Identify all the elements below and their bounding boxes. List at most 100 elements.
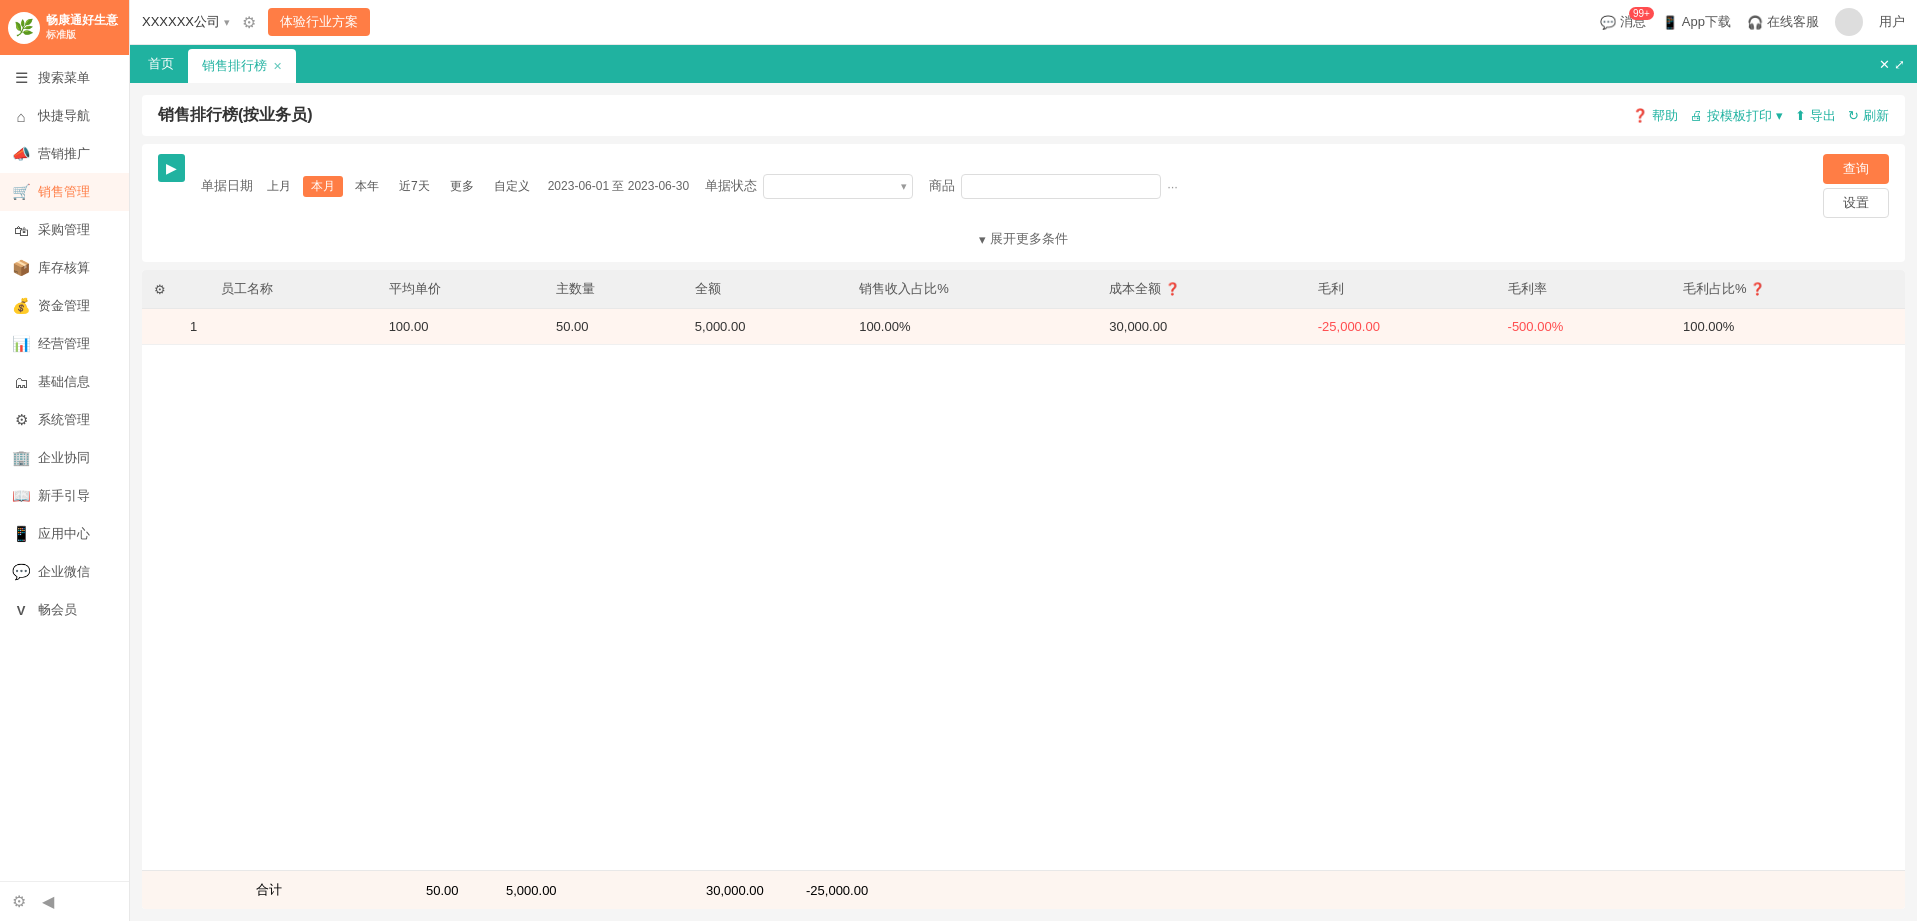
date-btn-more[interactable]: 更多 xyxy=(442,176,482,197)
sidebar-item-label: 销售管理 xyxy=(38,183,90,201)
sidebar-item-marketing[interactable]: 📣 营销推广 xyxy=(0,135,129,173)
trial-btn[interactable]: 体验行业方案 xyxy=(268,8,370,36)
set-btn[interactable]: 设置 xyxy=(1823,188,1889,218)
sidebar-item-label: 企业微信 xyxy=(38,563,90,581)
refresh-icon: ↻ xyxy=(1848,108,1859,123)
goods-input[interactable] xyxy=(961,174,1161,199)
date-btn-7days[interactable]: 近7天 xyxy=(391,176,438,197)
logo-icon: 🌿 xyxy=(8,12,40,44)
sidebar-item-label: 经营管理 xyxy=(38,335,90,353)
date-range: 2023-06-01 至 2023-06-30 xyxy=(548,178,689,195)
expand-conditions-btn[interactable]: ▾ 展开更多条件 xyxy=(967,226,1080,252)
avatar[interactable] xyxy=(1835,8,1863,36)
row-gross: -25,000.00 xyxy=(1306,309,1496,345)
query-btn[interactable]: 查询 xyxy=(1823,154,1889,184)
col-rank xyxy=(178,270,209,309)
guide-icon: 📖 xyxy=(12,487,30,505)
tab-sales-ranking[interactable]: 销售排行榜 ✕ xyxy=(188,49,296,83)
sidebar-item-label: 系统管理 xyxy=(38,411,90,429)
online-service-btn[interactable]: 🎧 在线客服 xyxy=(1747,13,1819,31)
col-gross-pct: 毛利占比% ❓ xyxy=(1671,270,1905,309)
sidebar-item-label: 库存核算 xyxy=(38,259,90,277)
tab-expand-icon[interactable]: ⤢ xyxy=(1894,57,1905,72)
total-gross: -25,000.00 xyxy=(794,883,894,898)
page-header: 销售排行榜(按业务员) ❓ 帮助 🖨 按模板打印 ▾ ⬆ 导出 ↻ 刷新 xyxy=(142,95,1905,136)
sidebar-item-quick-nav[interactable]: ⌂ 快捷导航 xyxy=(0,97,129,135)
print-btn[interactable]: 🖨 按模板打印 ▾ xyxy=(1690,107,1783,125)
tab-minimize-icon[interactable]: ✕ xyxy=(1879,57,1890,72)
sidebar-item-guide[interactable]: 📖 新手引导 xyxy=(0,477,129,515)
gross-pct-help-icon[interactable]: ❓ xyxy=(1750,282,1765,296)
date-label: 单据日期 xyxy=(201,177,253,195)
date-btn-prev-month[interactable]: 上月 xyxy=(259,176,299,197)
logo-title: 畅康通好生意 xyxy=(46,13,118,29)
gross-pct-label: 毛利占比% xyxy=(1683,281,1747,296)
col-amount: 全额 xyxy=(683,270,847,309)
row-gross-pct: 100.00% xyxy=(1671,309,1905,345)
print-icon: 🖨 xyxy=(1690,108,1703,123)
date-btn-custom[interactable]: 自定义 xyxy=(486,176,538,197)
app-download-label: App下载 xyxy=(1682,13,1731,31)
sidebar-item-member[interactable]: V 畅会员 xyxy=(0,591,129,629)
sidebar-item-inventory[interactable]: 📦 库存核算 xyxy=(0,249,129,287)
export-btn[interactable]: ⬆ 导出 xyxy=(1795,107,1836,125)
footer-collapse-icon[interactable]: ◀ xyxy=(42,892,54,911)
sidebar-item-collab[interactable]: 🏢 企业协同 xyxy=(0,439,129,477)
row-rank: 1 xyxy=(178,309,209,345)
col-avg-price: 平均单价 xyxy=(377,270,544,309)
finance-icon: 💰 xyxy=(12,297,30,315)
message-btn[interactable]: 💬 消息 99+ xyxy=(1600,13,1646,31)
status-select[interactable] xyxy=(763,174,913,199)
topbar-settings-icon[interactable]: ⚙ xyxy=(242,13,256,32)
more-dots[interactable]: ··· xyxy=(1167,179,1178,194)
filter-expand-arrow[interactable]: ▶ xyxy=(158,154,185,182)
sidebar-item-system[interactable]: ⚙ 系统管理 xyxy=(0,401,129,439)
page-actions: ❓ 帮助 🖨 按模板打印 ▾ ⬆ 导出 ↻ 刷新 xyxy=(1632,107,1889,125)
sidebar-item-label: 资金管理 xyxy=(38,297,90,315)
sidebar-item-search-order[interactable]: ☰ 搜索菜单 xyxy=(0,59,129,97)
help-label: 帮助 xyxy=(1652,107,1678,125)
main-area: XXXXXX公司 ▾ ⚙ 体验行业方案 💬 消息 99+ 📱 App下载 🎧 在… xyxy=(130,0,1917,921)
sidebar-item-finance[interactable]: 💰 资金管理 xyxy=(0,287,129,325)
date-btn-this-year[interactable]: 本年 xyxy=(347,176,387,197)
footer-settings-icon[interactable]: ⚙ xyxy=(12,892,26,911)
sidebar: 🌿 畅康通好生意 标准版 ☰ 搜索菜单 ⌂ 快捷导航 📣 营销推广 🛒 销售管理… xyxy=(0,0,130,921)
date-btn-this-month[interactable]: 本月 xyxy=(303,176,343,197)
sidebar-item-sales[interactable]: 🛒 销售管理 xyxy=(0,173,129,211)
query-panel: 查询 设置 xyxy=(1823,154,1889,218)
date-filter: 单据日期 上月 本月 本年 近7天 更多 自定义 2023-06-01 至 20… xyxy=(201,176,689,197)
cost-label: 成本全额 xyxy=(1109,281,1161,296)
company-selector[interactable]: XXXXXX公司 ▾ xyxy=(142,13,230,31)
cost-help-icon[interactable]: ❓ xyxy=(1165,282,1180,296)
headset-icon: 🎧 xyxy=(1747,15,1763,30)
total-amount: 5,000.00 xyxy=(494,883,594,898)
expand-row: ▾ 展开更多条件 xyxy=(158,226,1889,252)
sidebar-item-label: 营销推广 xyxy=(38,145,90,163)
app-download-btn[interactable]: 📱 App下载 xyxy=(1662,13,1731,31)
sidebar-item-operations[interactable]: 📊 经营管理 xyxy=(0,325,129,363)
sidebar-item-label: 企业协同 xyxy=(38,449,90,467)
sidebar-item-purchase[interactable]: 🛍 采购管理 xyxy=(0,211,129,249)
total-row: 合计 50.00 5,000.00 30,000.00 -25,000.00 xyxy=(142,870,1905,909)
col-settings[interactable]: ⚙ xyxy=(142,270,178,309)
data-table: ⚙ 员工名称 平均单价 主数量 全额 销售收入占比% 成本全额 ❓ 毛利 毛利率 xyxy=(142,270,1905,345)
tab-close-icon[interactable]: ✕ xyxy=(273,60,282,73)
sidebar-item-label: 快捷导航 xyxy=(38,107,90,125)
refresh-btn[interactable]: ↻ 刷新 xyxy=(1848,107,1889,125)
row-qty: 50.00 xyxy=(544,309,683,345)
sidebar-item-label: 新手引导 xyxy=(38,487,90,505)
sidebar-item-app-center[interactable]: 📱 应用中心 xyxy=(0,515,129,553)
table-header: ⚙ 员工名称 平均单价 主数量 全额 销售收入占比% 成本全额 ❓ 毛利 毛利率 xyxy=(142,270,1905,309)
sidebar-item-basic-info[interactable]: 🗂 基础信息 xyxy=(0,363,129,401)
expand-label: 展开更多条件 xyxy=(990,230,1068,248)
export-icon: ⬆ xyxy=(1795,108,1806,123)
date-buttons: 上月 本月 本年 近7天 更多 自定义 xyxy=(259,176,538,197)
marketing-icon: 📣 xyxy=(12,145,30,163)
phone-icon: 📱 xyxy=(1662,15,1678,30)
sidebar-item-wechat[interactable]: 💬 企业微信 xyxy=(0,553,129,591)
status-filter: 单据状态 xyxy=(705,174,913,199)
system-icon: ⚙ xyxy=(12,411,30,429)
help-btn[interactable]: ❓ 帮助 xyxy=(1632,107,1678,125)
tab-home[interactable]: 首页 xyxy=(134,45,188,83)
print-dropdown-icon: ▾ xyxy=(1776,108,1783,123)
